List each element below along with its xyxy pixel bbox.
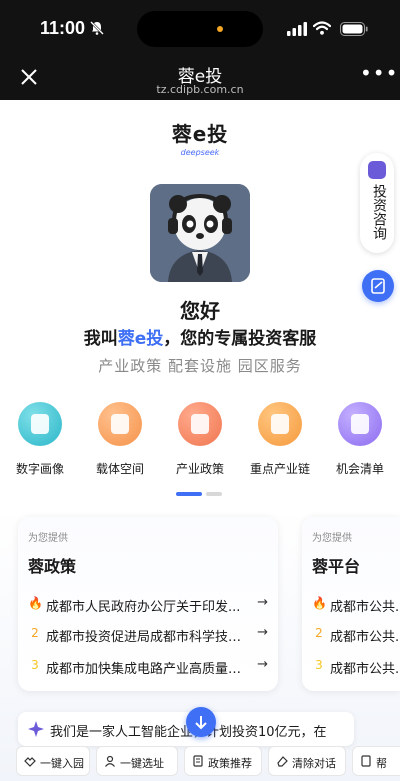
quick-entry-label: 产业政策 [175,462,224,476]
brand-subtitle: deepseek [180,148,220,157]
greeting: 您好 [180,299,220,323]
card-item-text: 成都市加快集成电路产业高质量发展... [46,662,242,677]
quick-entry-label: 重点产业链 [249,462,310,476]
quick-entry-label: 机会清单 [335,462,384,476]
carrier-space-icon [98,402,142,446]
digital-portrait-icon [18,402,62,446]
chip-one-click-park[interactable]: 一键入园 [16,746,90,776]
chip-label: 一键入园 [40,757,84,770]
chip-clear-chat[interactable]: 清除对话 [268,746,346,776]
card-item-text: 成都市公共... [330,662,400,677]
browser-nav-bar: 蓉e投 tz.cdipb.com.cn ••• [0,56,400,100]
document-icon [192,755,204,767]
scroll-down-button[interactable] [186,707,216,737]
quick-entry-label: 载体空间 [95,462,144,476]
dynamic-island [137,11,263,47]
rank-hot-icon: 🔥 [28,596,43,610]
chip-policy-recommend[interactable]: 政策推荐 [184,746,262,776]
panda-avatar-icon [150,184,250,282]
eraser-icon [276,755,288,767]
carousel-pager [176,492,224,496]
industry-policy-icon [178,402,222,446]
person-icon [104,755,116,767]
card-title: 蓉政策 [28,557,77,576]
quick-entry-digital-portrait[interactable]: 数字画像 [0,402,80,477]
card-item-text: 成都市公共... [330,630,400,645]
rank-hot-icon: 🔥 [312,596,327,610]
rank-number: 2 [31,626,39,640]
bell-muted-icon [90,21,104,35]
card-list-item[interactable]: 🔥 成都市人民政府办公厅关于印发... → [28,594,268,615]
intro-text: 我叫蓉e投，您的专属投资客服 [0,324,400,349]
arrow-right-icon: → [257,625,268,640]
card-kicker: 为您提供 [28,533,68,544]
more-icon[interactable]: ••• [360,63,397,87]
chip-label: 政策推荐 [208,757,252,770]
rank-number: 2 [315,626,323,640]
status-time: 11:00 [40,18,86,38]
quick-entry-carrier-space[interactable]: 载体空间 [80,402,160,477]
investment-consult-label: 投资咨询 [371,184,387,240]
service-tags: 产业政策 配套设施 园区服务 [98,357,302,375]
card-list-item[interactable]: 2 成都市投资促进局成都市科学技术局... → [28,624,268,645]
brand-title: 蓉e投 [171,122,229,146]
intro-brand-name: 蓉e投 [117,329,164,349]
arrow-right-icon: → [257,595,268,610]
recording-dot-icon [217,26,223,32]
quick-entry-grid: 数字画像 载体空间 产业政策 重点产业链 机会清单 [0,402,400,482]
card-kicker: 为您提供 [312,533,352,544]
quick-entry-key-industry-chain[interactable]: 重点产业链 [240,402,320,477]
rank-number: 3 [315,658,323,672]
platform-card[interactable]: 为您提供 蓉平台 🔥 成都市公共... 2 成都市公共... 3 成都市公共..… [302,517,400,691]
chat-home: 蓉e投 deepseek 投资咨询 您好 我叫蓉e投，您的专属投资客服 产业政策… [0,100,400,781]
pager-dot [206,492,222,496]
chat-bubble-icon [368,161,386,179]
chip-label: 帮 [376,757,387,770]
card-list-item[interactable]: 2 成都市公共... [312,624,400,645]
intro-prefix: 我叫 [83,329,118,349]
card-item-text: 成都市投资促进局成都市科学技术局... [46,630,242,645]
battery-icon [340,22,368,36]
card-list-item[interactable]: 🔥 成都市公共... [312,594,400,615]
rank-number: 3 [31,658,39,672]
panda-avatar [150,184,250,282]
sparkle-icon [28,721,44,737]
book-icon [360,755,372,767]
card-list-item[interactable]: 3 成都市公共... [312,656,400,677]
investment-consult-tab[interactable]: 投资咨询 [360,153,394,253]
cellular-signal-icon [287,22,307,36]
page-url: tz.cdipb.com.cn [156,83,244,96]
chip-label: 一键选址 [120,757,164,770]
card-item-text: 成都市人民政府办公厅关于印发... [46,600,241,615]
card-title: 蓉平台 [312,557,361,576]
quick-entry-label: 数字画像 [15,462,64,476]
quick-entry-opportunity-list[interactable]: 机会清单 [320,402,400,477]
arrow-right-icon: → [257,657,268,672]
handshake-icon [24,755,36,767]
chip-one-click-site[interactable]: 一键选址 [96,746,178,776]
quick-entry-industry-policy[interactable]: 产业政策 [160,402,240,477]
card-list-item[interactable]: 3 成都市加快集成电路产业高质量发展... → [28,656,268,677]
arrow-down-icon [195,716,207,730]
key-industry-chain-icon [258,402,302,446]
brand-logo: 蓉e投 deepseek [0,118,400,157]
chip-help[interactable]: 帮 [352,746,400,776]
wifi-icon [313,21,331,35]
intro-suffix: ，您的专属投资客服 [163,329,317,349]
status-bar: 11:00 [0,0,400,56]
policy-card[interactable]: 为您提供 蓉政策 🔥 成都市人民政府办公厅关于印发... → 2 成都市投资促进… [18,517,278,691]
card-item-text: 成都市公共... [330,600,400,615]
pager-dot-active [176,492,202,496]
quick-action-bar: 一键入园 一键选址 政策推荐 清除对话 帮 [16,746,400,778]
opportunity-list-icon [338,402,382,446]
chip-label: 清除对话 [292,757,336,770]
